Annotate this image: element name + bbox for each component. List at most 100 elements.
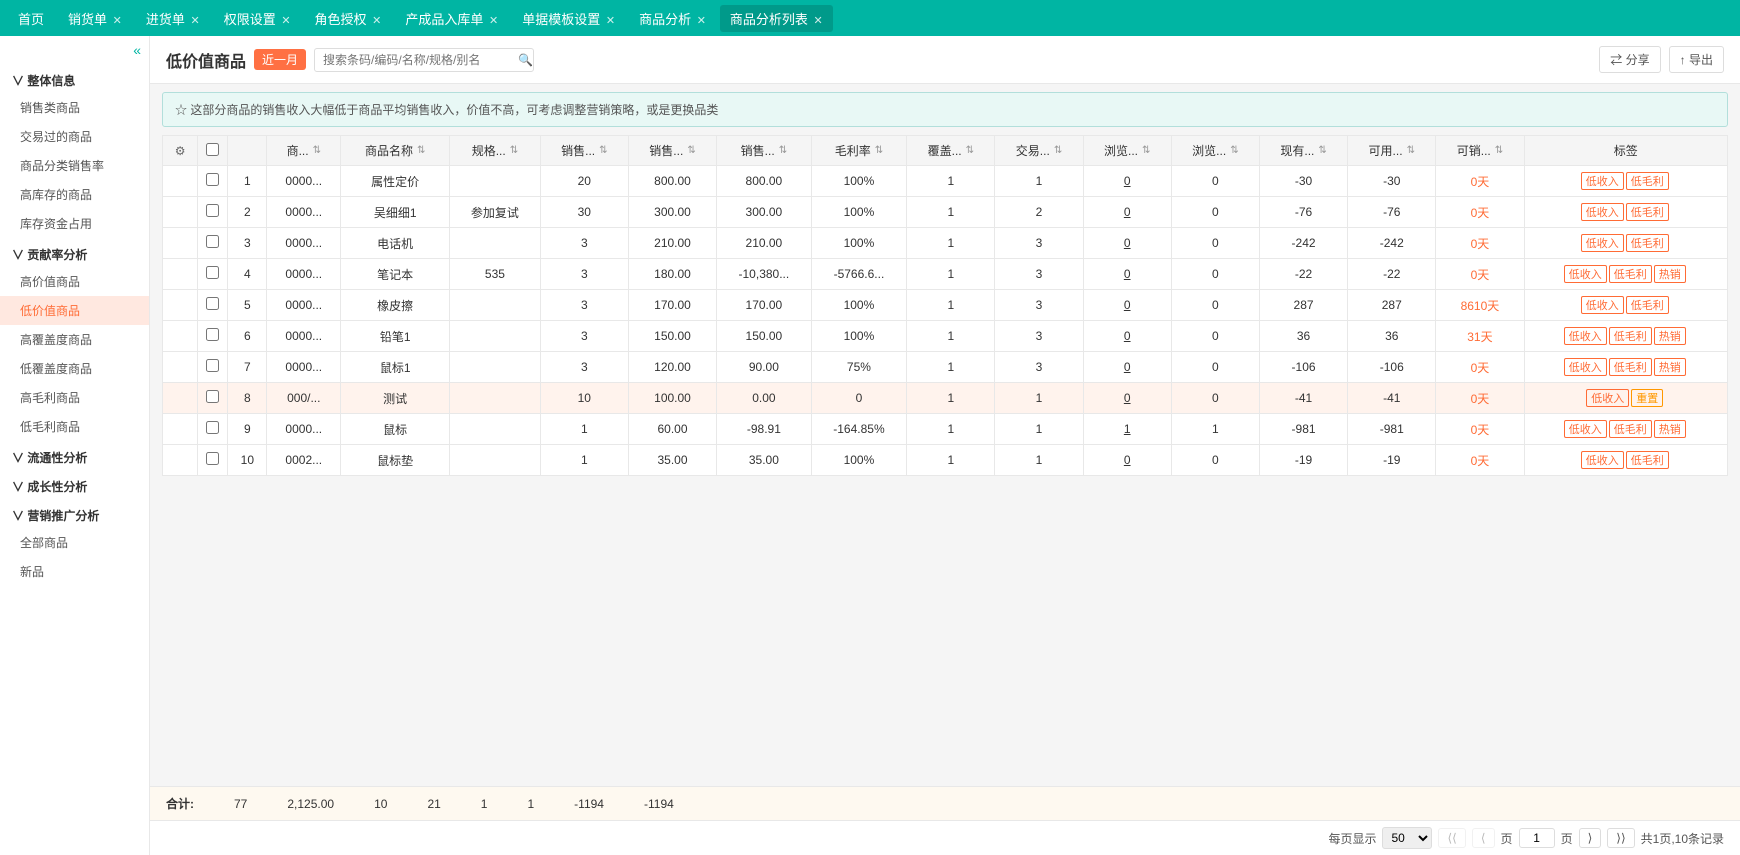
row-checkbox[interactable] xyxy=(206,390,219,403)
browse1-link[interactable]: 0 xyxy=(1124,236,1131,250)
nav-roles[interactable]: 角色授权 ✕ xyxy=(305,5,392,32)
sidebar-item-high-value[interactable]: 高价值商品 xyxy=(0,267,149,296)
browse1-link[interactable]: 0 xyxy=(1124,267,1131,281)
cell-browse1[interactable]: 1 xyxy=(1083,414,1171,445)
browse1-link[interactable]: 0 xyxy=(1124,453,1131,467)
sidebar-item-low-margin[interactable]: 低毛利商品 xyxy=(0,412,149,441)
export-btn[interactable]: ↑ 导出 xyxy=(1669,46,1724,73)
browse1-link[interactable]: 1 xyxy=(1124,422,1131,436)
page-number-input[interactable] xyxy=(1519,828,1555,848)
cell-checkbox[interactable] xyxy=(198,414,228,445)
nav-purchase[interactable]: 进货单 ✕ xyxy=(136,5,210,32)
sidebar-collapse-btn[interactable]: « xyxy=(133,42,141,58)
col-name[interactable]: 商品名称⇅ xyxy=(341,136,450,166)
cell-checkbox[interactable] xyxy=(198,228,228,259)
cell-browse1[interactable]: 0 xyxy=(1083,321,1171,352)
sidebar-item-high-stock[interactable]: 高库存的商品 xyxy=(0,180,149,209)
row-checkbox[interactable] xyxy=(206,359,219,372)
cell-browse1[interactable]: 0 xyxy=(1083,352,1171,383)
prev-page-btn[interactable]: ⟨ xyxy=(1472,828,1495,848)
nav-roles-close[interactable]: ✕ xyxy=(372,15,381,27)
row-checkbox[interactable] xyxy=(206,452,219,465)
select-all-checkbox[interactable] xyxy=(206,143,219,156)
browse1-link[interactable]: 0 xyxy=(1124,391,1131,405)
col-spec[interactable]: 规格...⇅ xyxy=(450,136,541,166)
cell-browse1[interactable]: 0 xyxy=(1083,197,1171,228)
cell-checkbox[interactable] xyxy=(198,259,228,290)
nav-sales[interactable]: 销货单 ✕ xyxy=(58,5,132,32)
nav-product-list-close[interactable]: ✕ xyxy=(814,15,823,27)
nav-products[interactable]: 产成品入库单 ✕ xyxy=(395,5,508,32)
cell-checkbox[interactable] xyxy=(198,321,228,352)
cell-browse1[interactable]: 0 xyxy=(1083,166,1171,197)
cell-checkbox[interactable] xyxy=(198,166,228,197)
row-checkbox[interactable] xyxy=(206,297,219,310)
browse1-link[interactable]: 0 xyxy=(1124,298,1131,312)
cell-browse1[interactable]: 0 xyxy=(1083,228,1171,259)
sidebar-item-high-coverage[interactable]: 高覆盖度商品 xyxy=(0,325,149,354)
sidebar-group-contribution[interactable]: ∨ 贡献率分析 xyxy=(0,238,149,267)
sidebar-item-low-value[interactable]: 低价值商品 xyxy=(0,296,149,325)
nav-templates[interactable]: 单据模板设置 ✕ xyxy=(512,5,625,32)
row-checkbox[interactable] xyxy=(206,173,219,186)
sidebar-group-growth[interactable]: ∨ 成长性分析 xyxy=(0,470,149,499)
col-gross[interactable]: 毛利率⇅ xyxy=(811,136,907,166)
nav-product-analysis[interactable]: 商品分析 ✕ xyxy=(629,5,716,32)
cell-browse1[interactable]: 0 xyxy=(1083,445,1171,476)
last-page-btn[interactable]: ⟩⟩ xyxy=(1607,828,1634,848)
sidebar-item-category-sales[interactable]: 商品分类销售率 xyxy=(0,151,149,180)
nav-purchase-close[interactable]: ✕ xyxy=(190,15,199,27)
col-s1[interactable]: 销售...⇅ xyxy=(540,136,628,166)
col-s2[interactable]: 销售...⇅ xyxy=(628,136,716,166)
nav-permissions[interactable]: 权限设置 ✕ xyxy=(214,5,301,32)
row-checkbox[interactable] xyxy=(206,235,219,248)
col-checkbox[interactable] xyxy=(198,136,228,166)
row-checkbox[interactable] xyxy=(206,266,219,279)
sidebar-item-stock-capital[interactable]: 库存资金占用 xyxy=(0,209,149,238)
sidebar-item-low-coverage[interactable]: 低覆盖度商品 xyxy=(0,354,149,383)
row-checkbox[interactable] xyxy=(206,421,219,434)
col-settings[interactable]: ⚙ xyxy=(163,136,198,166)
col-avail[interactable]: 可用...⇅ xyxy=(1348,136,1436,166)
col-browse2[interactable]: 浏览...⇅ xyxy=(1171,136,1259,166)
browse1-link[interactable]: 0 xyxy=(1124,174,1131,188)
sidebar-item-new-products[interactable]: 新品 xyxy=(0,557,149,586)
row-checkbox[interactable] xyxy=(206,328,219,341)
cell-browse1[interactable]: 0 xyxy=(1083,290,1171,321)
col-sale[interactable]: 可销...⇅ xyxy=(1436,136,1524,166)
next-page-btn[interactable]: ⟩ xyxy=(1579,828,1602,848)
nav-permissions-close[interactable]: ✕ xyxy=(281,15,290,27)
nav-templates-close[interactable]: ✕ xyxy=(606,15,615,27)
browse1-link[interactable]: 0 xyxy=(1124,360,1131,374)
cell-checkbox[interactable] xyxy=(198,197,228,228)
nav-home[interactable]: 首页 xyxy=(8,5,54,32)
col-s3[interactable]: 销售...⇅ xyxy=(717,136,812,166)
sidebar-group-overall[interactable]: ∨ 整体信息 xyxy=(0,64,149,93)
sidebar-group-flow[interactable]: ∨ 流通性分析 xyxy=(0,441,149,470)
nav-sales-close[interactable]: ✕ xyxy=(113,15,122,27)
cell-browse1[interactable]: 0 xyxy=(1083,383,1171,414)
cell-browse1[interactable]: 0 xyxy=(1083,259,1171,290)
nav-products-close[interactable]: ✕ xyxy=(489,15,498,27)
sidebar-item-traded[interactable]: 交易过的商品 xyxy=(0,122,149,151)
search-input[interactable] xyxy=(314,48,534,72)
cell-checkbox[interactable] xyxy=(198,383,228,414)
col-browse1[interactable]: 浏览...⇅ xyxy=(1083,136,1171,166)
per-page-select[interactable]: 50 100 200 xyxy=(1382,827,1432,849)
browse1-link[interactable]: 0 xyxy=(1124,329,1131,343)
browse1-link[interactable]: 0 xyxy=(1124,205,1131,219)
sidebar-group-marketing[interactable]: ∨ 营销推广分析 xyxy=(0,499,149,528)
nav-product-list[interactable]: 商品分析列表 ✕ xyxy=(720,5,833,32)
col-code[interactable]: 商...⇅ xyxy=(267,136,341,166)
col-trade[interactable]: 交易...⇅ xyxy=(995,136,1083,166)
cell-checkbox[interactable] xyxy=(198,445,228,476)
nav-product-analysis-close[interactable]: ✕ xyxy=(697,15,706,27)
cell-checkbox[interactable] xyxy=(198,352,228,383)
col-stock[interactable]: 现有...⇅ xyxy=(1259,136,1347,166)
search-icon[interactable]: 🔍 xyxy=(518,53,533,67)
cell-checkbox[interactable] xyxy=(198,290,228,321)
share-btn[interactable]: ⇄ 分享 xyxy=(1599,46,1660,73)
sidebar-item-sales-category[interactable]: 销售类商品 xyxy=(0,93,149,122)
row-checkbox[interactable] xyxy=(206,204,219,217)
time-tag-btn[interactable]: 近一月 xyxy=(254,49,306,70)
